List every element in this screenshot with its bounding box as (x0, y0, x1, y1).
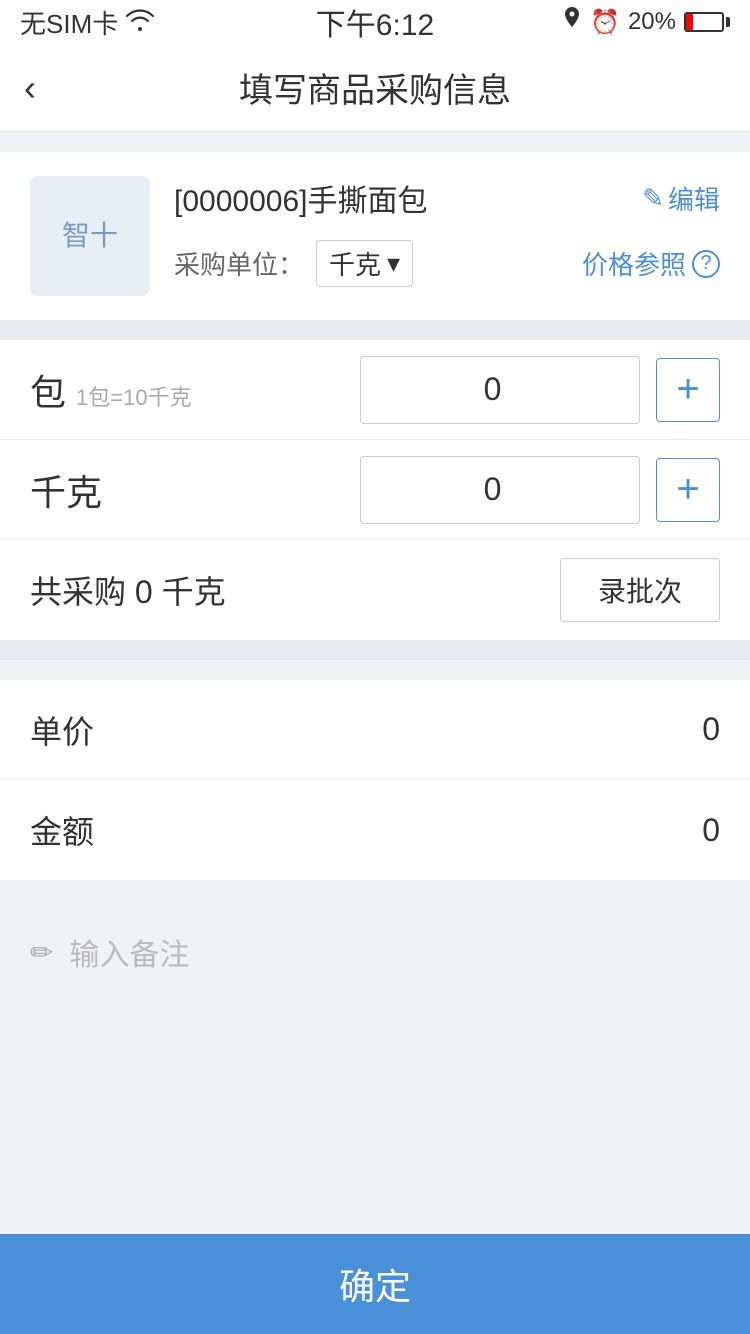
note-placeholder: 输入备注 (69, 930, 189, 974)
wifi-icon (126, 7, 154, 38)
summary-text: 共采购 0 千克 (30, 567, 226, 613)
bag-plus-button[interactable]: + (656, 358, 720, 422)
bag-input-control: + (230, 356, 720, 424)
edit-label: 编辑 (668, 180, 720, 217)
battery-icon (684, 12, 730, 32)
pencil-icon: ✏ (30, 936, 53, 969)
product-logo: 智十 (62, 219, 118, 253)
batch-button[interactable]: 录批次 (560, 558, 720, 622)
unit-value: 千克 (329, 245, 381, 282)
help-icon: ? (692, 250, 720, 278)
summary-row: 共采购 0 千克 录批次 (0, 540, 750, 640)
chevron-down-icon: ▾ (387, 248, 400, 279)
location-icon (562, 7, 582, 38)
unit-row: 采购单位： 千克 ▾ 价格参照 ? (174, 240, 720, 287)
note-section[interactable]: ✏ 输入备注 (0, 900, 750, 1004)
unit-price-value: 0 (702, 711, 720, 748)
unit-price-row: 单价 0 (0, 680, 750, 780)
product-image: 智十 (30, 176, 150, 296)
status-time: 下午6:12 (316, 0, 434, 44)
back-button[interactable]: ‹ (24, 67, 36, 109)
price-ref-label: 价格参照 (582, 245, 686, 282)
section-divider-1 (0, 320, 750, 340)
status-right: ⏰ 20% (562, 7, 730, 38)
nav-bar: ‹ 填写商品采购信息 (0, 44, 750, 132)
amount-value: 0 (702, 812, 720, 849)
unit-label: 采购单位： (174, 245, 304, 282)
product-info: [0000006]手撕面包 ✎ 编辑 采购单位： 千克 ▾ 价格参照 ? (174, 176, 720, 287)
input-section: 包 1包=10千克 + 千克 + 共采购 0 千克 录批次 (0, 340, 750, 640)
amount-row: 金额 0 (0, 780, 750, 880)
price-ref-button[interactable]: 价格参照 ? (582, 245, 720, 282)
unit-select[interactable]: 千克 ▾ (316, 240, 413, 287)
product-card: 智十 [0000006]手撕面包 ✎ 编辑 采购单位： 千克 ▾ 价格参照 ? (0, 152, 750, 320)
kg-label: 千克 (30, 464, 230, 516)
confirm-button[interactable]: 确定 (0, 1234, 750, 1334)
bag-label: 包 1包=10千克 (30, 364, 230, 416)
edit-icon: ✎ (642, 183, 664, 214)
product-full-name: [0000006]手撕面包 (174, 176, 427, 220)
unit-price-label: 单价 (30, 707, 94, 753)
bag-input-row: 包 1包=10千克 + (0, 340, 750, 440)
amount-label: 金额 (30, 807, 94, 853)
kg-input-control: + (230, 456, 720, 524)
alarm-icon: ⏰ (590, 8, 620, 37)
bag-quantity-input[interactable] (360, 356, 640, 424)
kg-plus-button[interactable]: + (656, 458, 720, 522)
content-spacer (0, 1004, 750, 1204)
battery-percent: 20% (628, 8, 676, 36)
bag-label-main: 包 (30, 364, 66, 416)
status-left: 无SIM卡 (20, 4, 154, 41)
carrier-text: 无SIM卡 (20, 4, 118, 41)
kg-quantity-input[interactable] (360, 456, 640, 524)
product-name-row: [0000006]手撕面包 ✎ 编辑 (174, 176, 720, 220)
price-section: 单价 0 金额 0 (0, 680, 750, 880)
edit-button[interactable]: ✎ 编辑 (642, 180, 720, 217)
section-divider-2 (0, 640, 750, 660)
status-bar: 无SIM卡 下午6:12 ⏰ 20% (0, 0, 750, 44)
kg-input-row: 千克 + (0, 440, 750, 540)
kg-label-main: 千克 (30, 464, 102, 516)
bag-label-sub: 1包=10千克 (76, 380, 192, 412)
page-title: 填写商品采购信息 (239, 63, 511, 112)
